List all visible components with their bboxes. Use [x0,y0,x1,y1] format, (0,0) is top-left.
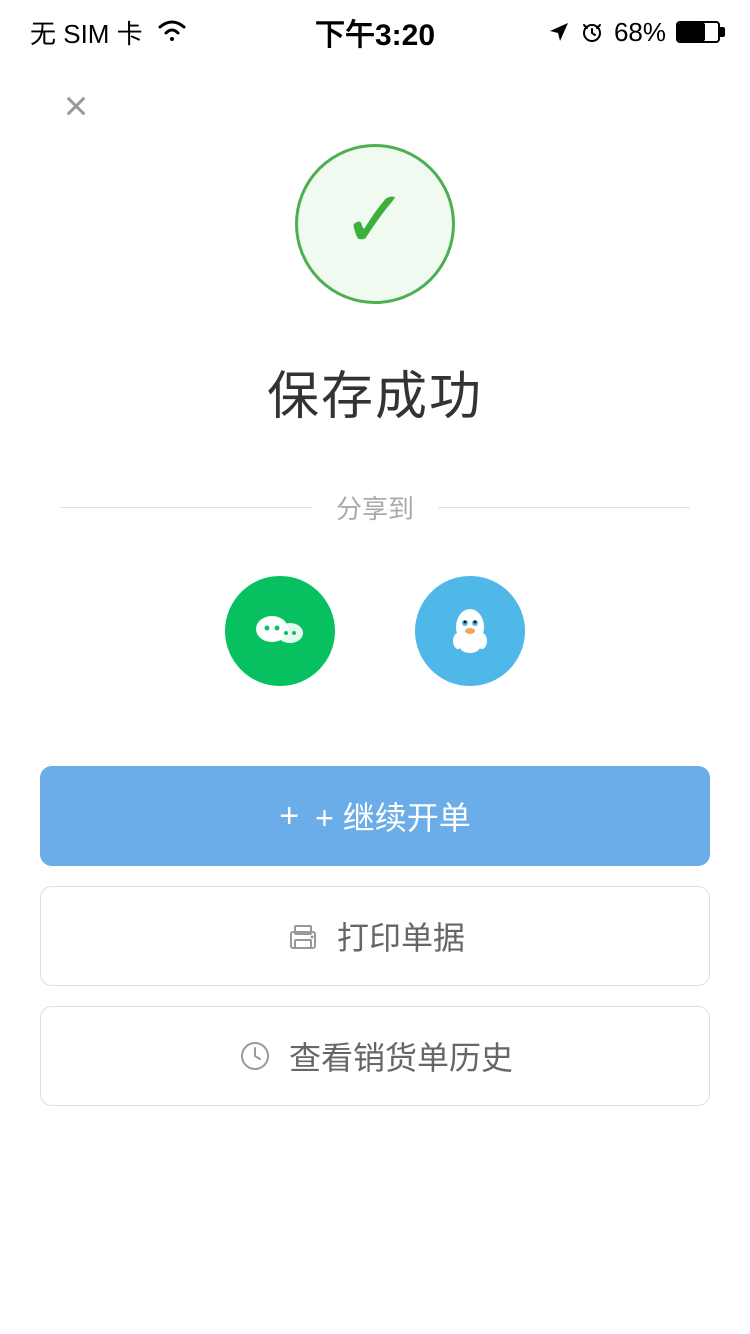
history-icon [237,1038,273,1074]
continue-icon: + [279,797,299,836]
qq-share-button[interactable] [415,576,525,686]
status-time: 下午3:20 [315,10,435,54]
action-buttons: + + 继续开单 打印单据 查看销货单历史 [0,766,750,1106]
history-label: 查看销货单历史 [289,1033,513,1079]
alarm-icon [580,20,604,44]
share-icons-row [225,576,525,686]
share-divider-text: 分享到 [312,489,438,526]
status-bar: 无 SIM 卡 下午3:20 68% [0,0,750,64]
divider-line-left [60,507,312,508]
success-circle: ✓ [295,144,455,304]
main-content: ✓ 保存成功 分享到 [0,64,750,1106]
location-icon [548,21,570,43]
history-button[interactable]: 查看销货单历史 [40,1006,710,1106]
print-button[interactable]: 打印单据 [40,886,710,986]
share-divider: 分享到 [0,489,750,526]
close-icon: × [64,85,89,127]
wifi-icon [155,19,189,45]
battery-percent: 68% [614,17,666,48]
wechat-svg-icon [248,599,312,663]
battery-icon [676,21,720,43]
qq-svg-icon [438,599,502,663]
close-button[interactable]: × [50,80,102,132]
success-title: 保存成功 [267,354,483,429]
status-left: 无 SIM 卡 [30,14,189,51]
continue-button[interactable]: + + 继续开单 [40,766,710,866]
divider-line-right [438,507,690,508]
no-sim-text: 无 SIM 卡 [30,14,143,51]
continue-label: + 继续开单 [315,793,471,839]
status-right: 68% [548,17,720,48]
wechat-share-button[interactable] [225,576,335,686]
printer-icon [285,918,321,954]
checkmark-icon: ✓ [341,180,408,260]
print-label: 打印单据 [337,913,465,959]
